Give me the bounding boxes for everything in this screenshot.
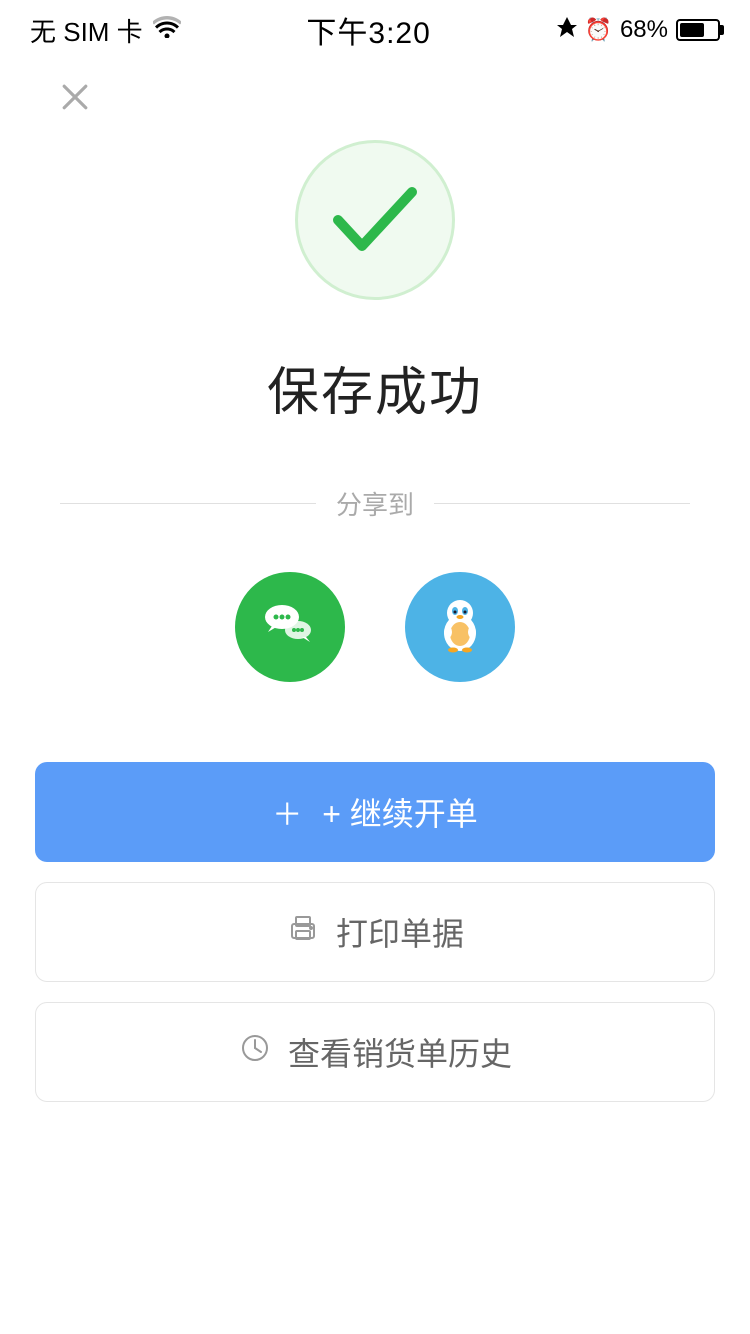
battery-fill	[680, 23, 704, 37]
print-label: 打印单据	[336, 909, 464, 955]
share-wechat-button[interactable]	[235, 572, 345, 682]
close-icon	[57, 79, 93, 115]
share-divider: 分享到	[0, 485, 750, 522]
close-button[interactable]	[50, 72, 100, 122]
wifi-icon	[153, 16, 181, 45]
action-buttons: ＋ + 继续开单 打印单据	[35, 762, 715, 1102]
status-bar: 无 SIM 卡 下午3:20 ⏰ 68%	[0, 0, 750, 60]
success-title: 保存成功	[267, 350, 483, 425]
history-label: 查看销货单历史	[288, 1029, 512, 1075]
success-circle	[295, 140, 455, 300]
divider-left	[60, 503, 316, 504]
battery-info: ⏰ 68%	[557, 16, 720, 44]
carrier-text: 无 SIM 卡	[30, 12, 143, 49]
continue-button[interactable]: ＋ + 继续开单	[35, 762, 715, 862]
divider-right	[434, 503, 690, 504]
checkmark-icon	[330, 184, 420, 256]
time-display: 下午3:20	[306, 8, 430, 52]
battery-percent: 68%	[620, 16, 668, 44]
history-button[interactable]: 查看销货单历史	[35, 1002, 715, 1102]
share-buttons	[235, 572, 515, 682]
wechat-icon	[258, 595, 322, 659]
history-icon	[238, 1031, 272, 1073]
plus-icon: ＋	[272, 790, 302, 834]
battery-indicator	[676, 19, 720, 41]
main-content: 保存成功 分享到	[0, 60, 750, 1102]
share-label: 分享到	[316, 485, 434, 522]
share-qq-button[interactable]	[405, 572, 515, 682]
location-icon	[557, 16, 577, 44]
print-button[interactable]: 打印单据	[35, 882, 715, 982]
print-icon	[286, 911, 320, 953]
qq-icon	[430, 597, 490, 657]
carrier-info: 无 SIM 卡	[30, 12, 181, 49]
alarm-icon: ⏰	[585, 17, 612, 43]
continue-label: + 继续开单	[322, 789, 478, 835]
